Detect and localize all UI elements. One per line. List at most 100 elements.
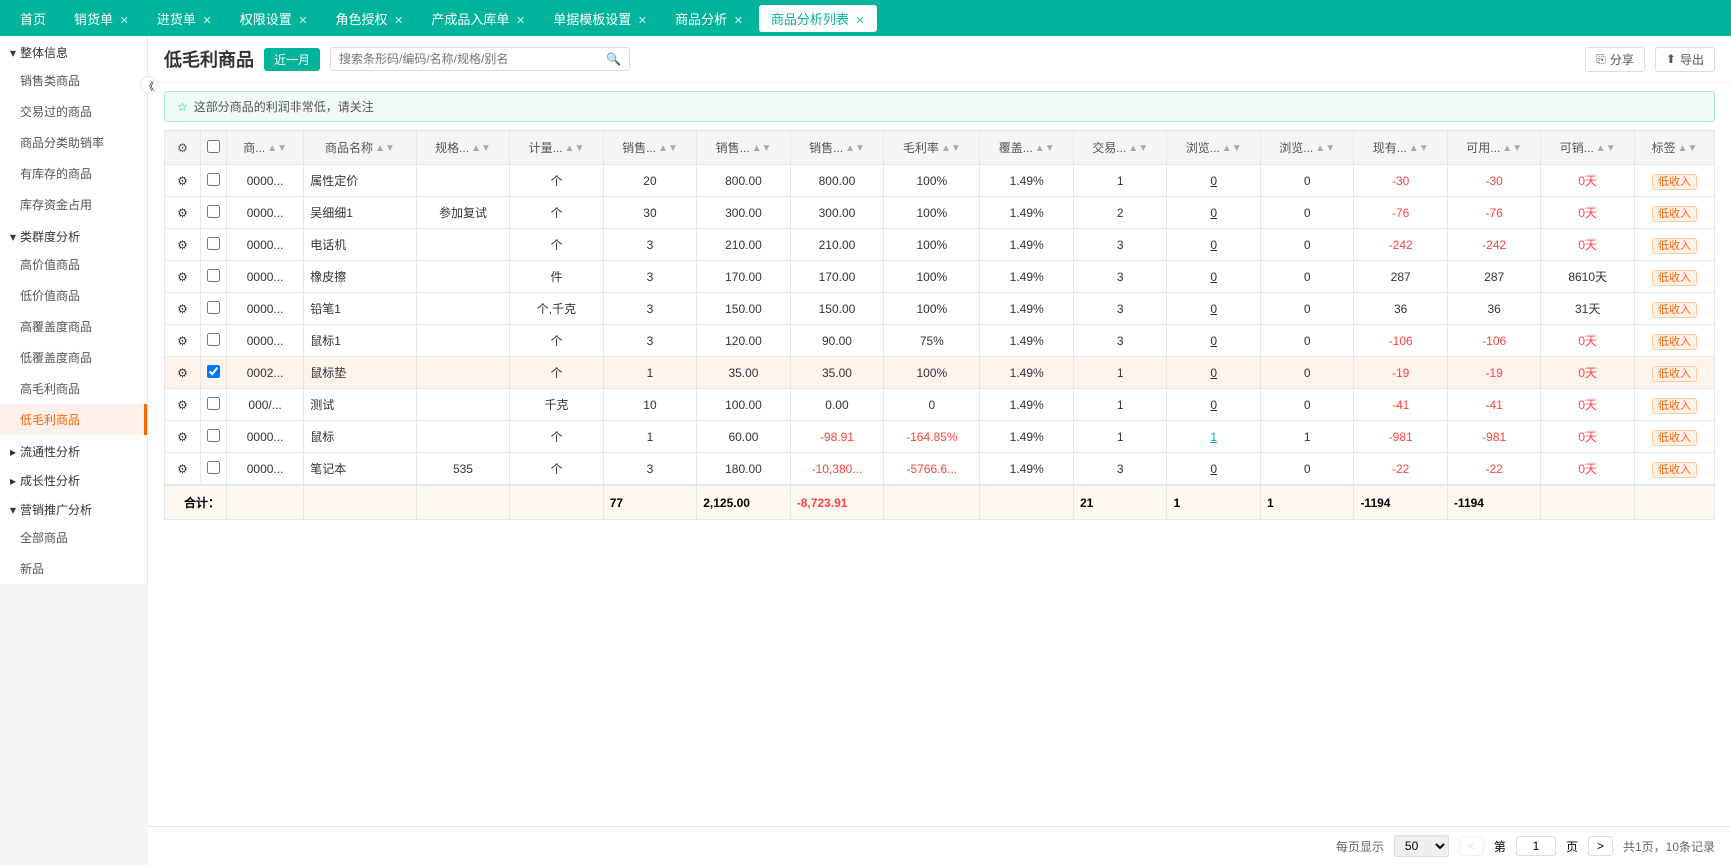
row-gear[interactable]: ⚙ — [165, 197, 201, 229]
sort-arrows-sales-price[interactable]: ▲▼ — [752, 144, 772, 154]
close-analysis-icon[interactable]: ✕ — [734, 15, 743, 27]
sidebar-group-circulation[interactable]: ▸ 流通性分析 — [0, 435, 147, 464]
nav-template-settings[interactable]: 单据模板设置 ✕ — [541, 5, 659, 32]
row-browse1[interactable]: 0 — [1167, 357, 1261, 389]
row-checkbox-cell[interactable] — [201, 325, 227, 357]
close-role-icon[interactable]: ✕ — [394, 15, 403, 27]
browse1-link[interactable]: 0 — [1210, 462, 1217, 476]
row-browse1[interactable]: 0 — [1167, 261, 1261, 293]
sidebar-item-all-goods[interactable]: 全部商品 — [0, 522, 147, 553]
browse1-link[interactable]: 0 — [1210, 174, 1217, 188]
sidebar-group-cluster[interactable]: ▾ 类群度分析 — [0, 220, 147, 249]
sidebar-item-low-margin[interactable]: 低毛利商品 — [0, 404, 147, 435]
sort-arrows-spec[interactable]: ▲▼ — [471, 144, 491, 154]
row-checkbox[interactable] — [207, 173, 220, 186]
close-template-icon[interactable]: ✕ — [638, 15, 647, 27]
sort-arrows-sales-qty[interactable]: ▲▼ — [658, 144, 678, 154]
sort-arrows-coverage[interactable]: ▲▼ — [1035, 144, 1055, 154]
row-checkbox[interactable] — [207, 397, 220, 410]
sidebar-item-sales-goods[interactable]: 销售类商品 — [0, 65, 147, 96]
nav-home[interactable]: 首页 — [8, 5, 58, 32]
sidebar-item-high-value[interactable]: 高价值商品 — [0, 249, 147, 280]
row-browse1[interactable]: 0 — [1167, 293, 1261, 325]
row-checkbox-cell[interactable] — [201, 261, 227, 293]
sidebar-group-marketing[interactable]: ▾ 营销推广分析 — [0, 493, 147, 522]
browse1-link[interactable]: 0 — [1210, 334, 1217, 348]
col-checkbox[interactable] — [201, 131, 227, 165]
sidebar-group-overall[interactable]: ▾ 整体信息 — [0, 36, 147, 65]
next-page-button[interactable]: > — [1588, 836, 1613, 856]
nav-goods-analysis[interactable]: 商品分析 ✕ — [663, 5, 755, 32]
row-gear[interactable]: ⚙ — [165, 165, 201, 197]
nav-role-auth[interactable]: 角色授权 ✕ — [324, 5, 416, 32]
sort-arrows-saleable[interactable]: ▲▼ — [1596, 144, 1616, 154]
sidebar-collapse-button[interactable]: 《 — [140, 76, 158, 94]
browse1-link[interactable]: 0 — [1210, 366, 1217, 380]
row-checkbox-cell[interactable] — [201, 229, 227, 261]
row-checkbox-cell[interactable] — [201, 357, 227, 389]
row-checkbox[interactable] — [207, 365, 220, 378]
export-button[interactable]: ⬆ 导出 — [1655, 47, 1715, 72]
row-gear[interactable]: ⚙ — [165, 357, 201, 389]
sidebar-item-high-coverage[interactable]: 高覆盖度商品 — [0, 311, 147, 342]
current-page-input[interactable] — [1516, 836, 1556, 856]
date-filter-button[interactable]: 近一月 — [264, 48, 320, 71]
row-browse1[interactable]: 0 — [1167, 229, 1261, 261]
browse1-link[interactable]: 0 — [1210, 238, 1217, 252]
search-box[interactable]: 🔍 — [330, 47, 630, 71]
row-gear[interactable]: ⚙ — [165, 421, 201, 453]
prev-page-button[interactable]: < — [1459, 836, 1484, 856]
row-checkbox-cell[interactable] — [201, 389, 227, 421]
sidebar-item-stock-capital[interactable]: 库存资金占用 — [0, 189, 147, 220]
row-gear[interactable]: ⚙ — [165, 293, 201, 325]
row-gear[interactable]: ⚙ — [165, 229, 201, 261]
row-checkbox-cell[interactable] — [201, 165, 227, 197]
browse1-link[interactable]: 0 — [1210, 302, 1217, 316]
search-input[interactable] — [339, 52, 606, 66]
sort-arrows-sales-amount[interactable]: ▲▼ — [845, 144, 865, 154]
row-browse1[interactable]: 0 — [1167, 453, 1261, 486]
sort-arrows-code[interactable]: ▲▼ — [267, 144, 287, 154]
close-sales-order-icon[interactable]: ✕ — [120, 15, 129, 27]
browse1-link[interactable]: 1 — [1210, 430, 1217, 444]
sort-arrows-available[interactable]: ▲▼ — [1502, 144, 1522, 154]
close-product-icon[interactable]: ✕ — [516, 15, 525, 27]
sort-arrows-unit[interactable]: ▲▼ — [565, 144, 585, 154]
sidebar-item-low-coverage[interactable]: 低覆盖度商品 — [0, 342, 147, 373]
sort-arrows-name[interactable]: ▲▼ — [375, 144, 395, 154]
sidebar-item-stock-goods[interactable]: 有库存的商品 — [0, 158, 147, 189]
row-gear[interactable]: ⚙ — [165, 261, 201, 293]
nav-sales-order[interactable]: 销货单 ✕ — [62, 5, 141, 32]
row-checkbox[interactable] — [207, 301, 220, 314]
nav-purchase-order[interactable]: 进货单 ✕ — [145, 5, 224, 32]
row-gear[interactable]: ⚙ — [165, 325, 201, 357]
browse1-link[interactable]: 0 — [1210, 270, 1217, 284]
col-gear[interactable]: ⚙ — [165, 131, 201, 165]
close-purchase-order-icon[interactable]: ✕ — [202, 15, 211, 27]
nav-product-entry[interactable]: 产成品入库单 ✕ — [419, 5, 537, 32]
close-permission-icon[interactable]: ✕ — [298, 15, 307, 27]
row-browse1[interactable]: 1 — [1167, 421, 1261, 453]
sort-arrows-browse2[interactable]: ▲▼ — [1315, 144, 1335, 154]
row-checkbox[interactable] — [207, 333, 220, 346]
nav-goods-analysis-list[interactable]: 商品分析列表 ✕ — [759, 5, 877, 32]
sidebar-item-low-value[interactable]: 低价值商品 — [0, 280, 147, 311]
row-checkbox[interactable] — [207, 269, 220, 282]
nav-permission-settings[interactable]: 权限设置 ✕ — [228, 5, 320, 32]
row-browse1[interactable]: 0 — [1167, 325, 1261, 357]
sidebar-item-traded-goods[interactable]: 交易过的商品 — [0, 96, 147, 127]
share-button[interactable]: ⎘ 分享 — [1585, 47, 1645, 72]
sidebar-item-category-rate[interactable]: 商品分类助销率 — [0, 127, 147, 158]
row-gear[interactable]: ⚙ — [165, 389, 201, 421]
row-browse1[interactable]: 0 — [1167, 389, 1261, 421]
row-browse1[interactable]: 0 — [1167, 197, 1261, 229]
per-page-select[interactable]: 50 100 — [1394, 835, 1449, 857]
row-checkbox[interactable] — [207, 461, 220, 474]
sidebar-item-new-goods[interactable]: 新品 — [0, 553, 147, 584]
sort-arrows-tag[interactable]: ▲▼ — [1678, 144, 1698, 154]
row-checkbox[interactable] — [207, 429, 220, 442]
row-checkbox[interactable] — [207, 237, 220, 250]
row-checkbox-cell[interactable] — [201, 197, 227, 229]
sidebar-item-high-margin[interactable]: 高毛利商品 — [0, 373, 147, 404]
select-all-checkbox[interactable] — [207, 140, 220, 153]
